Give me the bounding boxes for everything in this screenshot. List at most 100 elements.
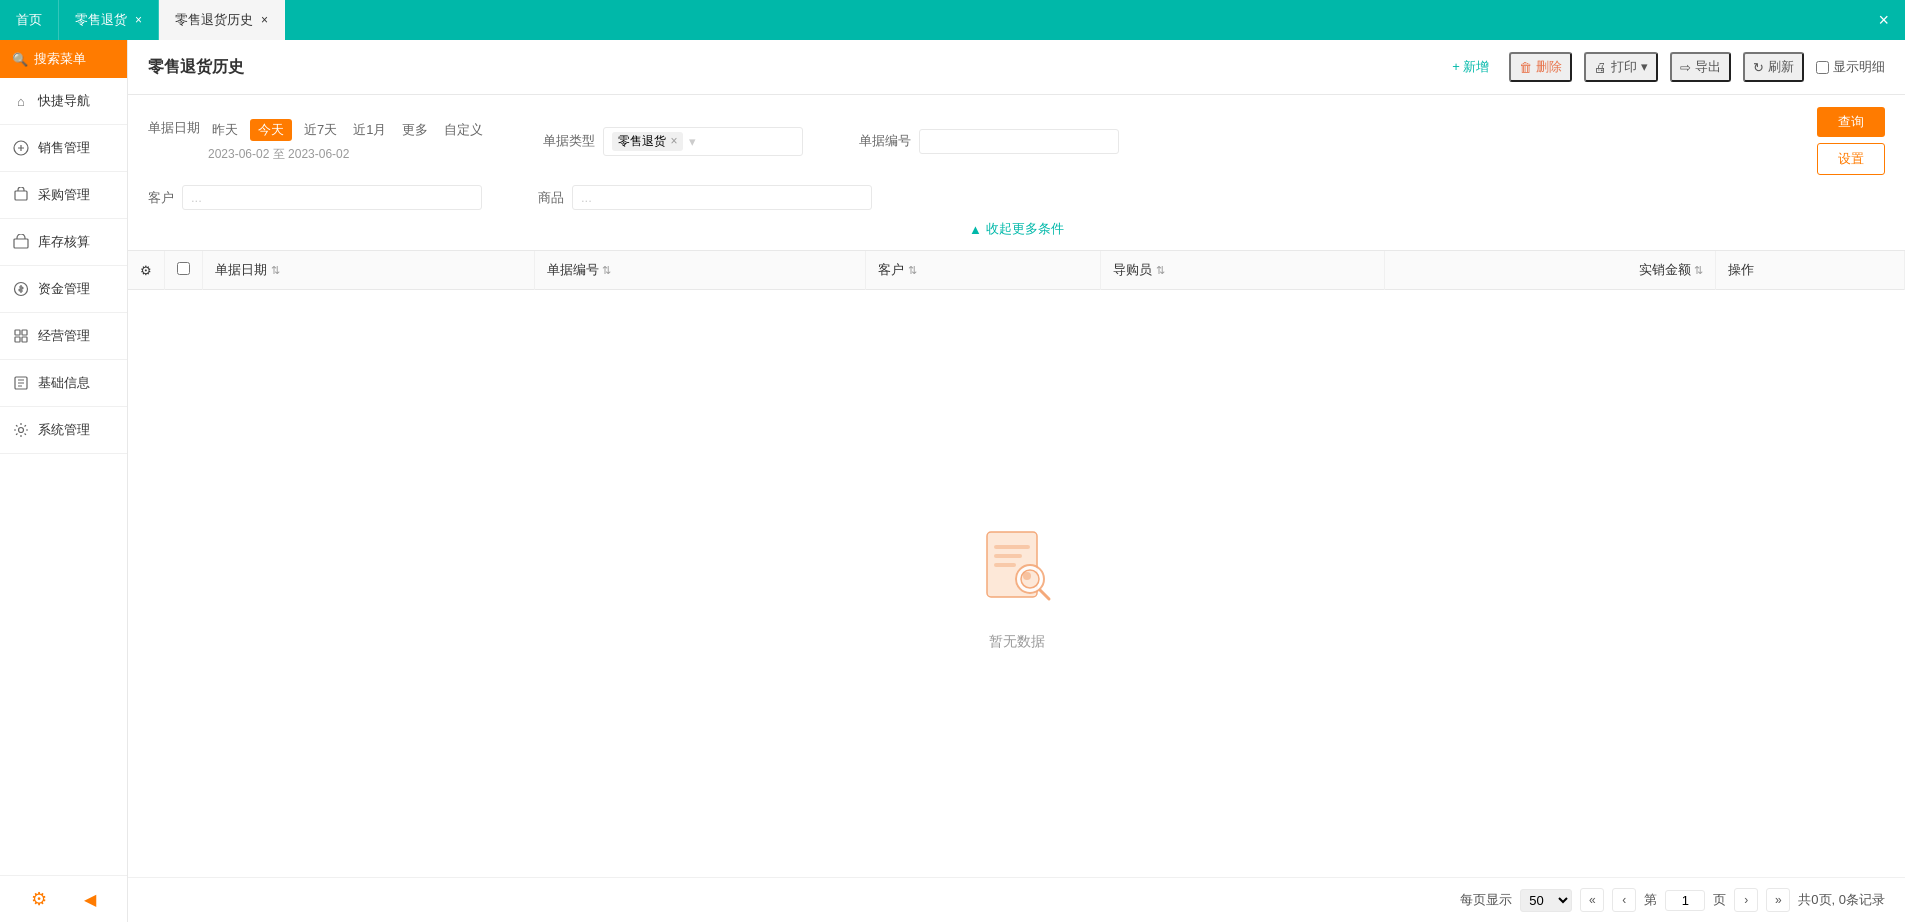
svg-point-15 bbox=[1021, 570, 1039, 588]
inventory-icon bbox=[12, 233, 30, 251]
window-close-button[interactable]: × bbox=[1862, 10, 1905, 31]
sidebar-item-basic-info[interactable]: 基础信息 bbox=[0, 360, 127, 407]
close-retail-return-tab-icon[interactable]: × bbox=[135, 13, 142, 27]
pagination: 每页显示 50 20 100 « ‹ 第 页 › » 共0页, 0条记录 bbox=[128, 877, 1905, 922]
th-customer[interactable]: 客户 ⇅ bbox=[866, 251, 1101, 290]
filter-action-buttons: 查询 设置 bbox=[1817, 107, 1885, 175]
header-actions: + 新增 🗑 删除 🖨 打印 ▾ ⇨ 导出 ↻ 刷新 显示明细 bbox=[1444, 52, 1885, 82]
close-retail-return-history-tab-icon[interactable]: × bbox=[261, 13, 268, 27]
settings-button[interactable]: 设置 bbox=[1817, 143, 1885, 175]
new-button[interactable]: + 新增 bbox=[1444, 54, 1497, 80]
goods-filter-input[interactable]: ... bbox=[572, 185, 872, 210]
th-amount[interactable]: 实销金额 ⇅ bbox=[1384, 251, 1716, 290]
type-filter-select[interactable]: 零售退货 × ▾ bbox=[603, 127, 803, 156]
search-icon: 🔍 bbox=[12, 52, 28, 67]
delete-button[interactable]: 🗑 删除 bbox=[1509, 52, 1572, 82]
date-option-1month[interactable]: 近1月 bbox=[349, 119, 390, 141]
th-guide[interactable]: 导购员 ⇅ bbox=[1101, 251, 1384, 290]
topbar: 首页 零售退货 × 零售退货历史 × × bbox=[0, 0, 1905, 40]
sort-amount-icon: ⇅ bbox=[1694, 264, 1703, 276]
date-range-display: 2023-06-02 至 2023-06-02 bbox=[208, 146, 487, 163]
table-container: ⚙ 单据日期 ⇅ 单据编号 ⇅ bbox=[128, 251, 1905, 877]
svg-rect-13 bbox=[994, 563, 1016, 567]
tab-home[interactable]: 首页 bbox=[0, 0, 59, 40]
home-icon: ⌂ bbox=[12, 92, 30, 110]
svg-rect-7 bbox=[22, 337, 27, 342]
tab-retail-return-history[interactable]: 零售退货历史 × bbox=[159, 0, 285, 40]
sidebar-item-finance[interactable]: 资金管理 bbox=[0, 266, 127, 313]
sidebar-item-system[interactable]: 系统管理 bbox=[0, 407, 127, 454]
th-voucher-no[interactable]: 单据编号 ⇅ bbox=[534, 251, 866, 290]
filter-row-date: 单据日期 昨天 今天 近7天 近1月 更多 自定义 2023-06-02 至 2… bbox=[148, 107, 1885, 175]
filter-dates: 昨天 今天 近7天 近1月 更多 自定义 bbox=[208, 119, 487, 141]
table-header-row: ⚙ 单据日期 ⇅ 单据编号 ⇅ bbox=[128, 251, 1905, 290]
prev-page-button[interactable]: ‹ bbox=[1612, 888, 1636, 912]
sidebar-settings-icon[interactable]: ⚙ bbox=[31, 888, 47, 910]
sort-date-icon: ⇅ bbox=[271, 264, 280, 276]
th-date[interactable]: 单据日期 ⇅ bbox=[203, 251, 535, 290]
basic-info-icon bbox=[12, 374, 30, 392]
date-option-today[interactable]: 今天 bbox=[250, 119, 292, 141]
print-icon: 🖨 bbox=[1594, 60, 1607, 75]
operation-icon bbox=[12, 327, 30, 345]
collapse-up-icon: ▲ bbox=[969, 222, 982, 237]
svg-rect-4 bbox=[15, 330, 20, 335]
page-unit: 页 bbox=[1713, 891, 1726, 909]
per-page-label: 每页显示 bbox=[1460, 891, 1512, 909]
customer-placeholder: ... bbox=[191, 190, 202, 205]
page-header: 零售退货历史 + 新增 🗑 删除 🖨 打印 ▾ ⇨ 导出 ↻ 刷新 bbox=[128, 40, 1905, 95]
voucher-filter-label: 单据编号 bbox=[859, 132, 911, 150]
empty-state-illustration bbox=[967, 517, 1067, 617]
empty-text: 暂无数据 bbox=[989, 633, 1045, 651]
customer-filter-input[interactable]: ... bbox=[182, 185, 482, 210]
filter-collapse-button[interactable]: ▲ 收起更多条件 bbox=[148, 220, 1885, 238]
main-layout: 🔍 搜索菜单 ⌂ 快捷导航 销售管理 采购管理 库存核算 bbox=[0, 40, 1905, 922]
type-tag-remove[interactable]: × bbox=[670, 134, 677, 148]
first-page-button[interactable]: « bbox=[1580, 888, 1604, 912]
sort-customer-icon: ⇅ bbox=[908, 264, 917, 276]
sidebar-item-operation[interactable]: 经营管理 bbox=[0, 313, 127, 360]
page-number-input[interactable] bbox=[1665, 890, 1705, 911]
sidebar-collapse-icon[interactable]: ◀ bbox=[84, 890, 96, 909]
show-detail-toggle[interactable]: 显示明细 bbox=[1816, 58, 1885, 76]
query-button[interactable]: 查询 bbox=[1817, 107, 1885, 137]
refresh-icon: ↻ bbox=[1753, 60, 1764, 75]
sidebar-item-sales[interactable]: 销售管理 bbox=[0, 125, 127, 172]
per-page-select[interactable]: 50 20 100 bbox=[1520, 889, 1572, 912]
svg-point-17 bbox=[1023, 572, 1031, 580]
svg-point-9 bbox=[19, 428, 24, 433]
content: 零售退货历史 + 新增 🗑 删除 🖨 打印 ▾ ⇨ 导出 ↻ 刷新 bbox=[128, 40, 1905, 922]
refresh-button[interactable]: ↻ 刷新 bbox=[1743, 52, 1804, 82]
type-filter-label: 单据类型 bbox=[543, 132, 595, 150]
date-option-custom[interactable]: 自定义 bbox=[440, 119, 487, 141]
date-option-more[interactable]: 更多 bbox=[398, 119, 432, 141]
next-page-button[interactable]: › bbox=[1734, 888, 1758, 912]
select-all-checkbox[interactable] bbox=[177, 262, 190, 275]
svg-rect-1 bbox=[15, 191, 27, 200]
data-table: ⚙ 单据日期 ⇅ 单据编号 ⇅ bbox=[128, 251, 1905, 290]
sidebar-item-inventory[interactable]: 库存核算 bbox=[0, 219, 127, 266]
purchase-icon bbox=[12, 186, 30, 204]
export-button[interactable]: ⇨ 导出 bbox=[1670, 52, 1731, 82]
sales-icon bbox=[12, 139, 30, 157]
empty-state: 暂无数据 bbox=[128, 290, 1905, 877]
date-option-yesterday[interactable]: 昨天 bbox=[208, 119, 242, 141]
voucher-input[interactable] bbox=[919, 129, 1119, 154]
sidebar-item-quick-nav[interactable]: ⌂ 快捷导航 bbox=[0, 78, 127, 125]
page-label: 第 bbox=[1644, 891, 1657, 909]
tab-retail-return[interactable]: 零售退货 × bbox=[59, 0, 159, 40]
goods-placeholder: ... bbox=[581, 190, 592, 205]
export-icon: ⇨ bbox=[1680, 60, 1691, 75]
date-option-7days[interactable]: 近7天 bbox=[300, 119, 341, 141]
table-settings-icon[interactable]: ⚙ bbox=[140, 263, 152, 278]
sidebar-search[interactable]: 🔍 搜索菜单 bbox=[0, 40, 127, 78]
sort-guide-icon: ⇅ bbox=[1156, 264, 1165, 276]
svg-rect-6 bbox=[15, 337, 20, 342]
sidebar-item-purchase[interactable]: 采购管理 bbox=[0, 172, 127, 219]
page-title: 零售退货历史 bbox=[148, 57, 244, 78]
finance-icon bbox=[12, 280, 30, 298]
print-button[interactable]: 🖨 打印 ▾ bbox=[1584, 52, 1658, 82]
topbar-tabs: 首页 零售退货 × 零售退货历史 × bbox=[0, 0, 1862, 40]
show-detail-checkbox[interactable] bbox=[1816, 61, 1829, 74]
last-page-button[interactable]: » bbox=[1766, 888, 1790, 912]
